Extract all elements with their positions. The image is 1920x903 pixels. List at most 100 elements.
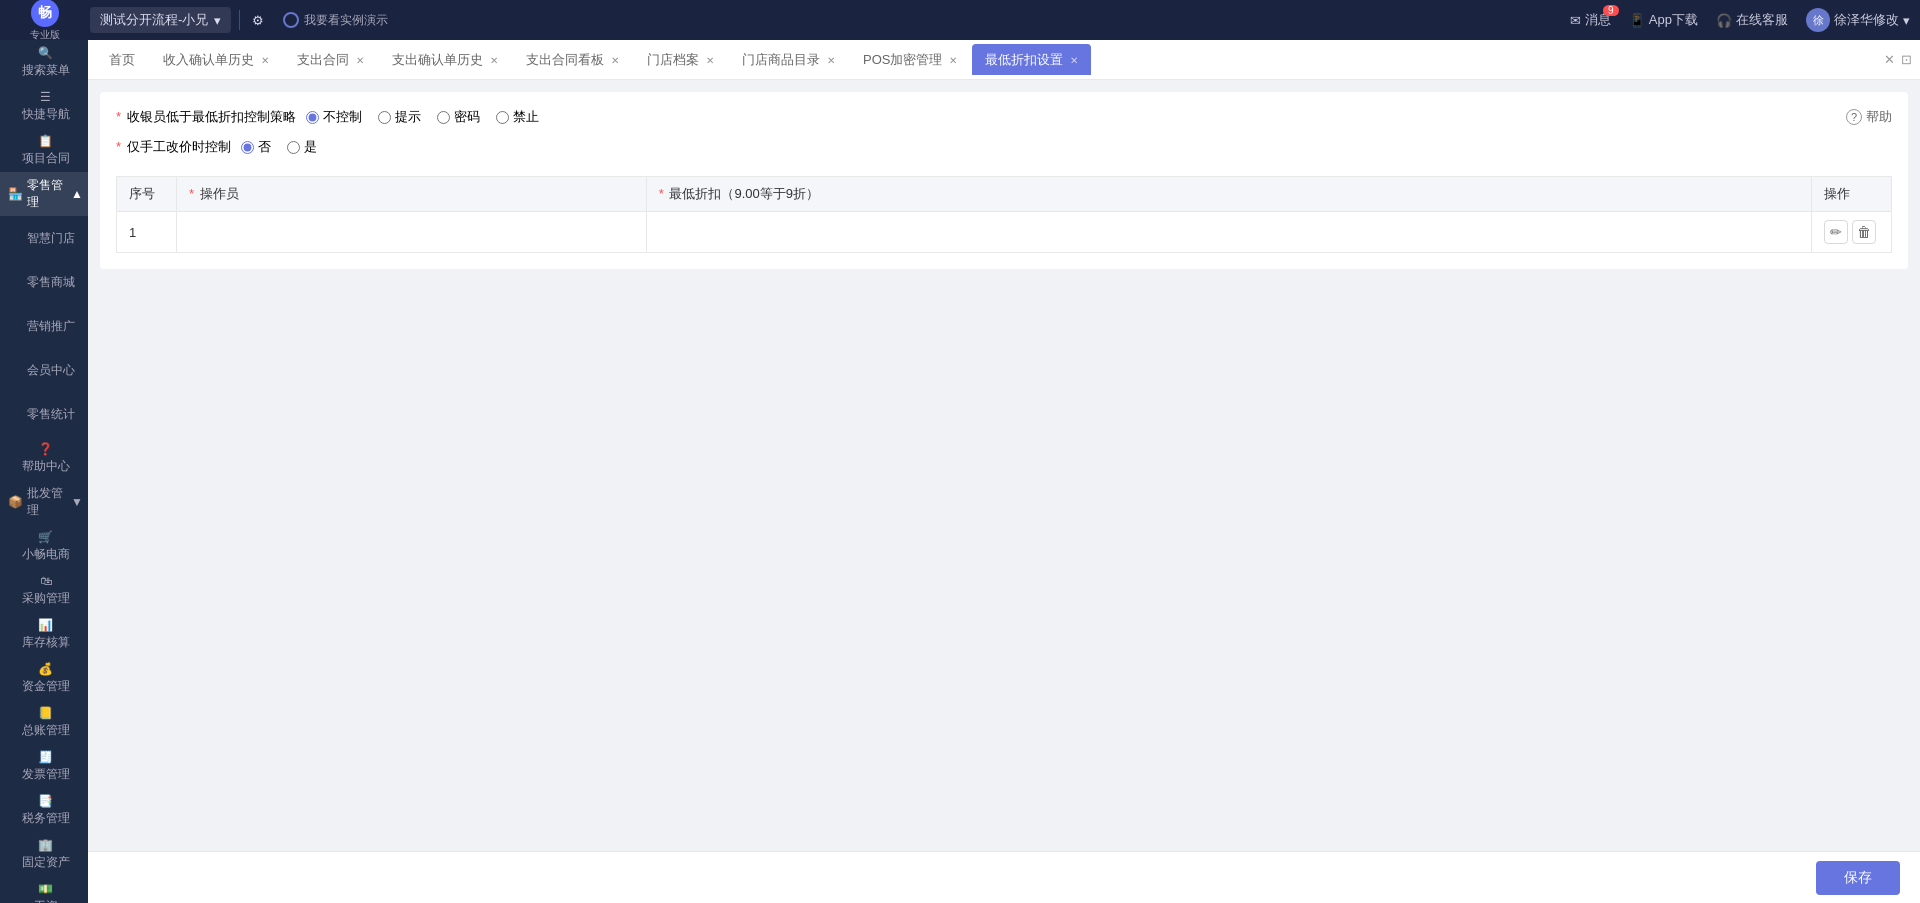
app-download-btn[interactable]: 📱 App下载 xyxy=(1629,11,1698,29)
manual-price-radio-no[interactable]: 否 xyxy=(241,138,271,156)
tab-maximize-icon[interactable]: ⊡ xyxy=(1901,52,1912,67)
logo-icon: 畅 xyxy=(31,0,59,27)
strategy-radio-hint[interactable]: 提示 xyxy=(378,108,421,126)
manual-price-radio-no-input[interactable] xyxy=(241,141,254,154)
sidebar-item-smart-store[interactable]: 智慧门店 xyxy=(0,216,88,260)
customer-service-btn[interactable]: 🎧 在线客服 xyxy=(1716,11,1788,29)
action-buttons: ✏ 🗑 xyxy=(1824,220,1879,244)
demo-link[interactable]: 我要看实例演示 xyxy=(283,12,388,29)
manual-price-radio-yes[interactable]: 是 xyxy=(287,138,317,156)
sidebar-item-ledger-mgmt[interactable]: 📒 总账管理 xyxy=(0,700,88,744)
tab-income-history[interactable]: 收入确认单历史 ✕ xyxy=(150,44,282,75)
tab-expense-contract[interactable]: 支出合同 ✕ xyxy=(284,44,377,75)
sidebar-item-purchase-mgmt[interactable]: 🛍 采购管理 xyxy=(0,568,88,612)
tab-close-icon[interactable]: ✕ xyxy=(611,55,619,66)
sidebar-item-salary[interactable]: 💵 工资 xyxy=(0,876,88,903)
strategy-radio-none[interactable]: 不控制 xyxy=(306,108,362,126)
message-badge: 9 xyxy=(1603,5,1619,16)
sidebar-item-label: 库存核算 xyxy=(22,634,70,651)
delete-row-btn[interactable]: 🗑 xyxy=(1852,220,1876,244)
tab-close-icon[interactable]: ✕ xyxy=(949,55,957,66)
tab-store-product-catalog[interactable]: 门店商品目录 ✕ xyxy=(729,44,848,75)
tab-close-icon[interactable]: ✕ xyxy=(706,55,714,66)
sidebar-item-label: 小畅电商 xyxy=(22,546,70,563)
sidebar-item-member-center[interactable]: 会员中心 xyxy=(0,348,88,392)
sidebar-item-ecommerce[interactable]: 🛒 小畅电商 xyxy=(0,524,88,568)
sidebar-item-label: 帮助中心 xyxy=(22,458,70,475)
strategy-radio-password[interactable]: 密码 xyxy=(437,108,480,126)
strategy-radio-hint-input[interactable] xyxy=(378,111,391,124)
ledger-icon: 📒 xyxy=(38,706,53,720)
contract-icon: 📋 xyxy=(38,134,53,148)
sidebar-item-fund-mgmt[interactable]: 💰 资金管理 xyxy=(0,656,88,700)
required-star: * xyxy=(189,186,194,201)
tab-home[interactable]: 首页 xyxy=(96,44,148,75)
tab-store-archive[interactable]: 门店档案 ✕ xyxy=(634,44,727,75)
sidebar-item-invoice-mgmt[interactable]: 🧾 发票管理 xyxy=(0,744,88,788)
content-area: 首页 收入确认单历史 ✕ 支出合同 ✕ 支出确认单历史 ✕ 支出合同看板 ✕ 门… xyxy=(88,40,1920,903)
main-layout: 🔍 搜索菜单 ☰ 快捷导航 📋 项目合同 🏪 零售管理 ▲ 智慧门店 零售商城 … xyxy=(0,40,1920,903)
tab-label: 支出确认单历史 xyxy=(392,51,483,69)
tab-close-icon[interactable]: ✕ xyxy=(490,55,498,66)
headset-icon: 🎧 xyxy=(1716,13,1732,28)
strategy-radio-password-input[interactable] xyxy=(437,111,450,124)
tab-expense-contract-board[interactable]: 支出合同看板 ✕ xyxy=(513,44,632,75)
user-menu[interactable]: 徐 徐泽华修改 ▾ xyxy=(1806,8,1910,32)
customer-service-label: 在线客服 xyxy=(1736,11,1788,29)
save-button[interactable]: 保存 xyxy=(1816,861,1900,895)
cashier-strategy-radio-group: 不控制 提示 密码 禁止 xyxy=(306,108,539,126)
chevron-down-icon: ▼ xyxy=(71,495,83,509)
user-dropdown-icon: ▾ xyxy=(1903,13,1910,28)
sidebar-item-fixed-assets[interactable]: 🏢 固定资产 xyxy=(0,832,88,876)
wholesale-icon: 📦 xyxy=(8,495,23,509)
tab-label: 门店商品目录 xyxy=(742,51,820,69)
required-star: * xyxy=(659,186,664,201)
sidebar-item-wholesale-mgmt[interactable]: 📦 批发管理 ▼ xyxy=(0,480,88,524)
tab-close-icon[interactable]: ✕ xyxy=(261,55,269,66)
app-download-label: App下载 xyxy=(1649,11,1698,29)
edit-row-btn[interactable]: ✏ xyxy=(1824,220,1848,244)
tab-close-icon[interactable]: ✕ xyxy=(827,55,835,66)
tab-label: 首页 xyxy=(109,51,135,69)
tab-close-icon[interactable]: ✕ xyxy=(1070,55,1078,66)
demo-label: 我要看实例演示 xyxy=(304,12,388,29)
sidebar-item-retail-mall[interactable]: 零售商城 xyxy=(0,260,88,304)
manual-price-radio-group: 否 是 xyxy=(241,138,317,156)
sidebar-item-tax-mgmt[interactable]: 📑 税务管理 xyxy=(0,788,88,832)
tab-label: 收入确认单历史 xyxy=(163,51,254,69)
required-star: * xyxy=(116,139,121,154)
invoice-icon: 🧾 xyxy=(38,750,53,764)
sidebar-item-label: 总账管理 xyxy=(22,722,70,739)
tab-expense-confirm-history[interactable]: 支出确认单历史 ✕ xyxy=(379,44,511,75)
sidebar-item-help-center[interactable]: ❓ 帮助中心 xyxy=(0,436,88,480)
tab-pos-encryption[interactable]: POS加密管理 ✕ xyxy=(850,44,970,75)
sidebar-item-search[interactable]: 🔍 搜索菜单 xyxy=(0,40,88,84)
sidebar-item-marketing[interactable]: 营销推广 xyxy=(0,304,88,348)
app-logo: 畅 专业版 xyxy=(10,0,80,42)
page-content: * 收银员低于最低折扣控制策略 不控制 提示 xyxy=(88,80,1920,851)
manual-price-radio-yes-input[interactable] xyxy=(287,141,300,154)
project-selector[interactable]: 测试分开流程-小兄 ▾ xyxy=(90,7,231,33)
sidebar-item-retail-stats[interactable]: 零售统计 xyxy=(0,392,88,436)
sidebar-item-inventory[interactable]: 📊 库存核算 xyxy=(0,612,88,656)
sidebar-item-retail-mgmt[interactable]: 🏪 零售管理 ▲ xyxy=(0,172,88,216)
strategy-radio-none-input[interactable] xyxy=(306,111,319,124)
sidebar-item-quick-nav[interactable]: ☰ 快捷导航 xyxy=(0,84,88,128)
help-button[interactable]: ? 帮助 xyxy=(1846,108,1892,126)
strategy-radio-forbid-input[interactable] xyxy=(496,111,509,124)
sidebar-item-label: 资金管理 xyxy=(22,678,70,695)
col-action-header: 操作 xyxy=(1812,177,1892,212)
tab-close-icon[interactable]: ✕ xyxy=(356,55,364,66)
tab-label: 门店档案 xyxy=(647,51,699,69)
tab-close-all-icon[interactable]: ✕ xyxy=(1884,52,1895,67)
chevron-up-icon: ▲ xyxy=(71,187,83,201)
tab-min-discount-settings[interactable]: 最低折扣设置 ✕ xyxy=(972,44,1091,75)
project-name: 测试分开流程-小兄 xyxy=(100,11,208,29)
settings-gear[interactable]: ⚙ xyxy=(248,9,268,32)
cashier-strategy-label: * 收银员低于最低折扣控制策略 xyxy=(116,108,296,126)
sidebar-item-label: 固定资产 xyxy=(22,854,70,871)
nav-icon: ☰ xyxy=(40,90,51,104)
sidebar-item-project-contract[interactable]: 📋 项目合同 xyxy=(0,128,88,172)
message-btn[interactable]: ✉ 消息 9 xyxy=(1570,11,1611,29)
strategy-radio-forbid[interactable]: 禁止 xyxy=(496,108,539,126)
